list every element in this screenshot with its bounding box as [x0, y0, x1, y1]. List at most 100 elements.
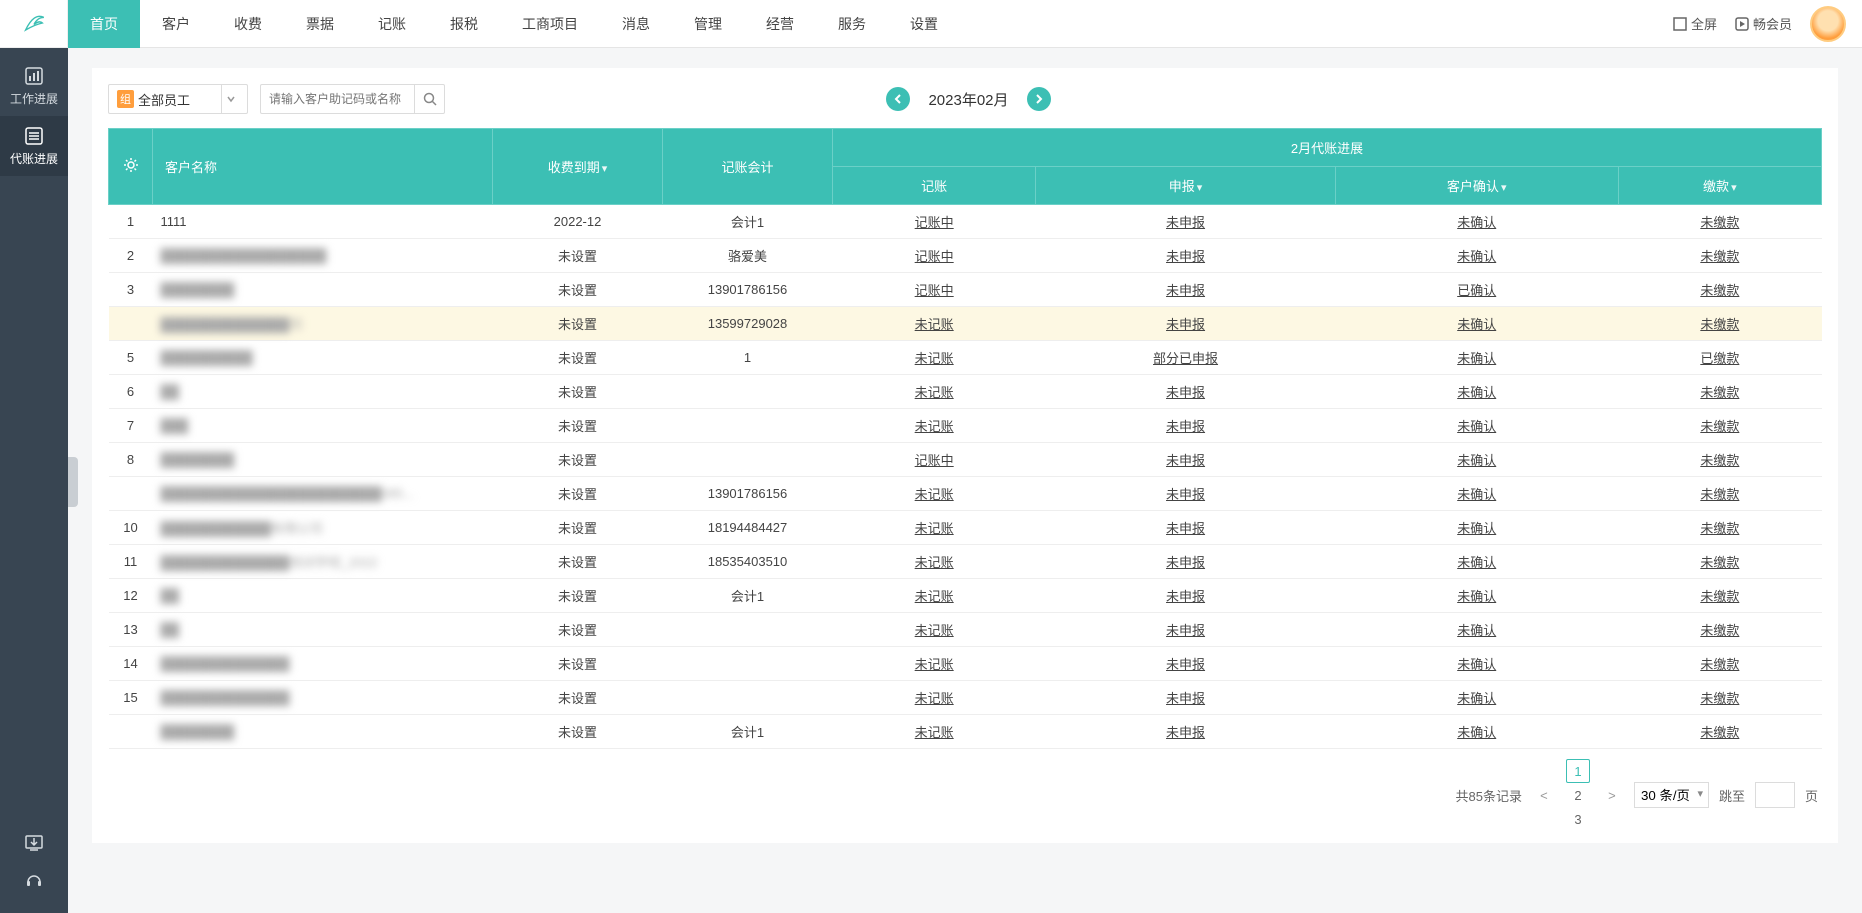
table-row[interactable]: 11██████████████培训学校_2022未设置18535403510未… — [109, 545, 1822, 579]
row-shenbao[interactable]: 未申报 — [1036, 409, 1335, 443]
row-pay[interactable]: 未缴款 — [1618, 239, 1821, 273]
table-row[interactable]: 8████████未设置记账中未申报未确认未缴款 — [109, 443, 1822, 477]
nav-item-8[interactable]: 管理 — [672, 0, 744, 48]
row-jizhang[interactable]: 未记账 — [833, 613, 1036, 647]
due-header[interactable]: 收费到期▾ — [493, 129, 663, 205]
nav-item-7[interactable]: 消息 — [600, 0, 672, 48]
row-shenbao[interactable]: 未申报 — [1036, 273, 1335, 307]
pager-page-1[interactable]: 1 — [1566, 759, 1590, 783]
avatar[interactable] — [1810, 6, 1846, 42]
row-shenbao[interactable]: 未申报 — [1036, 375, 1335, 409]
row-jizhang[interactable]: 未记账 — [833, 477, 1036, 511]
row-jizhang[interactable]: 记账中 — [833, 205, 1036, 239]
row-jizhang[interactable]: 未记账 — [833, 545, 1036, 579]
row-confirm[interactable]: 已确认 — [1335, 273, 1618, 307]
row-confirm[interactable]: 未确认 — [1335, 715, 1618, 749]
table-row[interactable]: 10████████████有限公司未设置18194484427未记账未申报未确… — [109, 511, 1822, 545]
table-row[interactable]: 7███未设置未记账未申报未确认未缴款 — [109, 409, 1822, 443]
nav-item-2[interactable]: 收费 — [212, 0, 284, 48]
row-jizhang[interactable]: 未记账 — [833, 375, 1036, 409]
nav-item-11[interactable]: 设置 — [888, 0, 960, 48]
row-pay[interactable]: 未缴款 — [1618, 205, 1821, 239]
row-jizhang[interactable]: 未记账 — [833, 307, 1036, 341]
table-row[interactable]: 12██未设置会计1未记账未申报未确认未缴款 — [109, 579, 1822, 613]
row-pay[interactable]: 未缴款 — [1618, 511, 1821, 545]
row-pay[interactable]: 未缴款 — [1618, 681, 1821, 715]
nav-item-10[interactable]: 服务 — [816, 0, 888, 48]
row-pay[interactable]: 未缴款 — [1618, 273, 1821, 307]
row-confirm[interactable]: 未确认 — [1335, 409, 1618, 443]
row-pay[interactable]: 未缴款 — [1618, 409, 1821, 443]
row-pay[interactable]: 未缴款 — [1618, 647, 1821, 681]
row-confirm[interactable]: 未确认 — [1335, 205, 1618, 239]
next-month-button[interactable] — [1027, 87, 1051, 111]
table-row[interactable]: 111112022-12会计1记账中未申报未确认未缴款 — [109, 205, 1822, 239]
row-confirm[interactable]: 未确认 — [1335, 613, 1618, 647]
headset-button[interactable] — [24, 870, 44, 893]
row-shenbao[interactable]: 未申报 — [1036, 443, 1335, 477]
row-confirm[interactable]: 未确认 — [1335, 511, 1618, 545]
per-page-select[interactable]: 30 条/页 — [1634, 782, 1709, 808]
row-confirm[interactable]: 未确认 — [1335, 647, 1618, 681]
nav-item-1[interactable]: 客户 — [140, 0, 212, 48]
nav-item-0[interactable]: 首页 — [68, 0, 140, 48]
row-confirm[interactable]: 未确认 — [1335, 477, 1618, 511]
row-shenbao[interactable]: 未申报 — [1036, 307, 1335, 341]
row-pay[interactable]: 已缴款 — [1618, 341, 1821, 375]
pager-next[interactable]: > — [1600, 783, 1624, 807]
row-confirm[interactable]: 未确认 — [1335, 341, 1618, 375]
nav-item-9[interactable]: 经营 — [744, 0, 816, 48]
row-jizhang[interactable]: 未记账 — [833, 341, 1036, 375]
table-row[interactable]: 14██████████████未设置未记账未申报未确认未缴款 — [109, 647, 1822, 681]
member-button[interactable]: 畅会员 — [1735, 14, 1792, 33]
shenbao-header[interactable]: 申报▾ — [1036, 167, 1335, 205]
row-shenbao[interactable]: 未申报 — [1036, 647, 1335, 681]
gear-header[interactable] — [109, 129, 153, 205]
row-pay[interactable]: 未缴款 — [1618, 579, 1821, 613]
table-row[interactable]: ████████████████████████085...未设置1390178… — [109, 477, 1822, 511]
table-row[interactable]: 5██████████未设置1未记账部分已申报未确认已缴款 — [109, 341, 1822, 375]
row-pay[interactable]: 未缴款 — [1618, 443, 1821, 477]
side-collapse-tab[interactable] — [68, 457, 78, 507]
pager-page-3[interactable]: 3 — [1566, 807, 1590, 831]
row-shenbao[interactable]: 未申报 — [1036, 681, 1335, 715]
row-confirm[interactable]: 未确认 — [1335, 375, 1618, 409]
jump-input[interactable] — [1755, 782, 1795, 808]
row-pay[interactable]: 未缴款 — [1618, 715, 1821, 749]
confirm-header[interactable]: 客户确认▾ — [1335, 167, 1618, 205]
download-button[interactable] — [24, 833, 44, 856]
row-shenbao[interactable]: 未申报 — [1036, 715, 1335, 749]
row-shenbao[interactable]: 未申报 — [1036, 511, 1335, 545]
row-jizhang[interactable]: 未记账 — [833, 579, 1036, 613]
row-pay[interactable]: 未缴款 — [1618, 375, 1821, 409]
row-jizhang[interactable]: 未记账 — [833, 715, 1036, 749]
nav-item-6[interactable]: 工商项目 — [500, 0, 600, 48]
row-confirm[interactable]: 未确认 — [1335, 681, 1618, 715]
table-row[interactable]: 13██未设置未记账未申报未确认未缴款 — [109, 613, 1822, 647]
pay-header[interactable]: 缴款▾ — [1618, 167, 1821, 205]
row-shenbao[interactable]: 未申报 — [1036, 477, 1335, 511]
nav-item-5[interactable]: 报税 — [428, 0, 500, 48]
table-row[interactable]: 6██未设置未记账未申报未确认未缴款 — [109, 375, 1822, 409]
employee-select[interactable]: 组 全部员工 — [108, 84, 248, 114]
row-pay[interactable]: 未缴款 — [1618, 307, 1821, 341]
row-pay[interactable]: 未缴款 — [1618, 613, 1821, 647]
table-row[interactable]: 15██████████████未设置未记账未申报未确认未缴款 — [109, 681, 1822, 715]
row-shenbao[interactable]: 未申报 — [1036, 545, 1335, 579]
table-row[interactable]: 3████████未设置13901786156记账中未申报已确认未缴款 — [109, 273, 1822, 307]
table-row[interactable]: 2██████████████████未设置骆爱美记账中未申报未确认未缴款 — [109, 239, 1822, 273]
row-jizhang[interactable]: 未记账 — [833, 409, 1036, 443]
row-jizhang[interactable]: 未记账 — [833, 681, 1036, 715]
pager-page-2[interactable]: 2 — [1566, 783, 1590, 807]
pager-prev[interactable]: < — [1532, 783, 1556, 807]
fullscreen-button[interactable]: 全屏 — [1673, 14, 1717, 33]
row-confirm[interactable]: 未确认 — [1335, 545, 1618, 579]
row-jizhang[interactable]: 记账中 — [833, 443, 1036, 477]
nav-item-4[interactable]: 记账 — [356, 0, 428, 48]
prev-month-button[interactable] — [886, 87, 910, 111]
row-confirm[interactable]: 未确认 — [1335, 239, 1618, 273]
nav-item-3[interactable]: 票据 — [284, 0, 356, 48]
row-confirm[interactable]: 未确认 — [1335, 307, 1618, 341]
row-jizhang[interactable]: 未记账 — [833, 511, 1036, 545]
row-confirm[interactable]: 未确认 — [1335, 579, 1618, 613]
